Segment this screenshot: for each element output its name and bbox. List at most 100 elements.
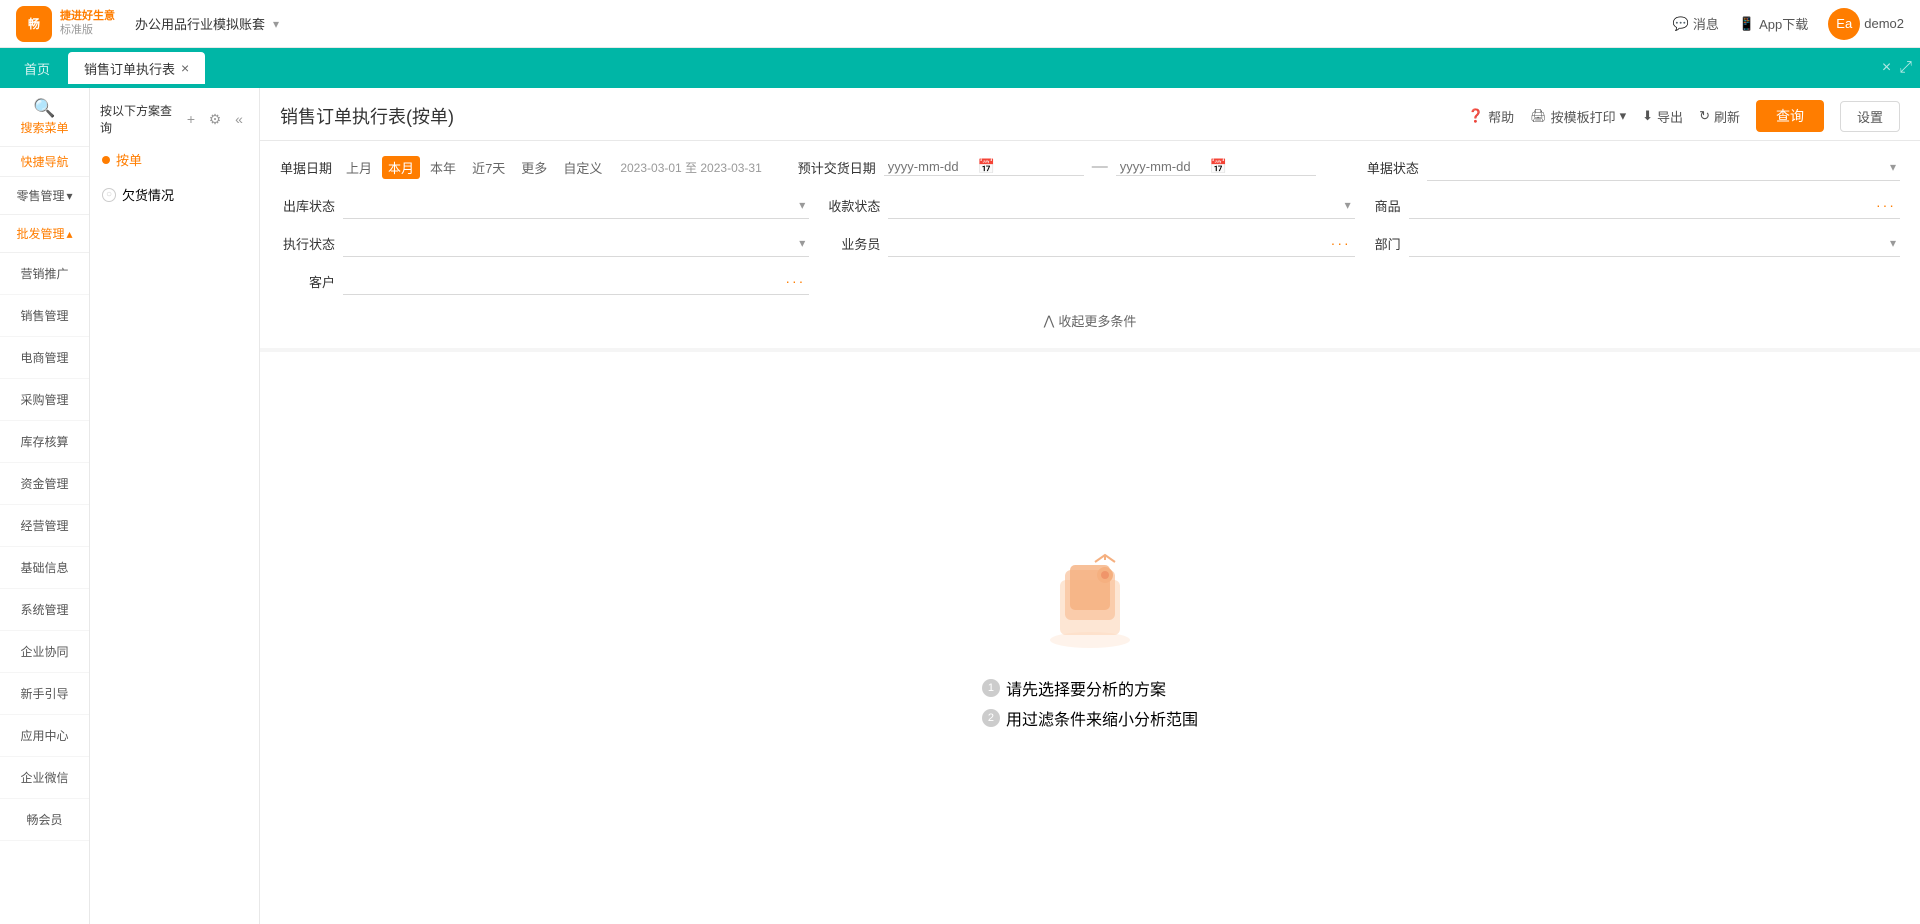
scheme-label-backorder: 欠货情况: [122, 185, 174, 204]
navtabs: 首页 销售订单执行表 × × ⤢: [0, 48, 1920, 88]
sidebar-item-wechat[interactable]: 企业微信: [0, 757, 89, 799]
exec-status-chevron-icon: ▾: [799, 236, 805, 250]
date-btn-more[interactable]: 更多: [515, 156, 553, 179]
filter-item-department: 部门 ▾: [1371, 229, 1900, 257]
sidebar-item-ecommerce[interactable]: 电商管理: [0, 337, 89, 379]
exec-status-select[interactable]: ▾: [343, 229, 809, 257]
scheme-item-backorder[interactable]: ○ 欠货情况: [90, 177, 259, 212]
collapse-panel-icon[interactable]: «: [229, 109, 249, 129]
sidebar-label-finance: 资金管理: [20, 475, 68, 492]
date-end-input[interactable]: [1120, 159, 1210, 174]
app-download-btn[interactable]: 📱 App下载: [1739, 14, 1808, 33]
out-status-select[interactable]: ▾: [343, 191, 809, 219]
help-btn[interactable]: ❓ 帮助: [1468, 107, 1514, 126]
sidebar-item-sales[interactable]: 销售管理: [0, 295, 89, 337]
tab-close-icon[interactable]: ×: [181, 60, 189, 76]
empty-state: 1 请先选择要分析的方案 2 用过滤条件来缩小分析范围: [260, 352, 1920, 924]
customer-selector[interactable]: ···: [343, 267, 809, 295]
out-status-label: 出库状态: [280, 196, 335, 215]
user-menu[interactable]: Ea demo2: [1828, 8, 1904, 40]
sidebar-label-retail: 零售管理: [16, 187, 64, 204]
salesperson-selector[interactable]: ···: [888, 229, 1354, 257]
refresh-btn[interactable]: ↻ 刷新: [1699, 107, 1740, 126]
query-btn[interactable]: 查询: [1756, 100, 1824, 132]
sidebar-item-operation[interactable]: 经营管理: [0, 505, 89, 547]
out-status-chevron-icon: ▾: [799, 198, 805, 212]
empty-tip-2: 2 用过滤条件来缩小分析范围: [982, 706, 1198, 730]
filter-item-salesperson: 业务员 ···: [825, 229, 1354, 257]
sidebar-label-guide: 新手引导: [20, 685, 68, 702]
settings-scheme-icon[interactable]: ⚙: [205, 109, 225, 129]
customer-dots-icon[interactable]: ···: [785, 273, 805, 289]
collapse-btn[interactable]: ⋀ 收起更多条件: [1044, 305, 1137, 336]
department-label: 部门: [1371, 234, 1401, 253]
chevron-down-icon: ▾: [66, 189, 72, 203]
salesperson-dots-icon[interactable]: ···: [1331, 235, 1351, 251]
sidebar-item-finance[interactable]: 资金管理: [0, 463, 89, 505]
sidebar-item-retail[interactable]: 零售管理 ▾: [0, 177, 89, 214]
expected-date-label: 预计交货日期: [798, 158, 876, 177]
tab-sales-order[interactable]: 销售订单执行表 ×: [68, 52, 205, 84]
department-select[interactable]: ▾: [1409, 229, 1900, 257]
tab-close-window-icon[interactable]: ×: [1882, 59, 1891, 77]
date-btn-current-month[interactable]: 本月: [382, 156, 420, 179]
left-panel-header: 按以下方案查询 + ⚙ «: [90, 96, 259, 142]
calendar-end-icon[interactable]: 📅: [1210, 158, 1227, 175]
calendar-start-icon[interactable]: 📅: [978, 158, 995, 175]
refresh-icon: ↻: [1699, 108, 1710, 124]
navtabs-right: × ⤢: [1882, 59, 1912, 77]
main-layout: 🔍 搜索菜单 快捷导航 零售管理 ▾ 批发管理 ▴ 营销推广 销售管理 电商管理: [0, 88, 1920, 924]
payment-status-label: 收款状态: [825, 196, 880, 215]
sidebar-item-marketing[interactable]: 营销推广: [0, 253, 89, 295]
customer-label: 客户: [280, 272, 335, 291]
scheme-label-by-order: 按单: [116, 150, 142, 169]
status-chevron-icon: ▾: [1890, 160, 1896, 174]
sidebar-group-wholesale: 批发管理 ▴: [0, 215, 89, 253]
sidebar-item-wholesale[interactable]: 批发管理 ▴: [0, 215, 89, 252]
sidebar-item-basic[interactable]: 基础信息: [0, 547, 89, 589]
export-icon: ⬇: [1642, 108, 1653, 124]
export-btn[interactable]: ⬇ 导出: [1642, 107, 1683, 126]
empty-tip-1: 1 请先选择要分析的方案: [982, 676, 1198, 700]
sidebar-item-appstore[interactable]: 应用中心: [0, 715, 89, 757]
goods-dots-icon[interactable]: ···: [1876, 197, 1896, 213]
payment-status-select[interactable]: ▾: [888, 191, 1354, 219]
status-select[interactable]: ▾: [1427, 153, 1900, 181]
sidebar-item-guide[interactable]: 新手引导: [0, 673, 89, 715]
date-btn-current-year[interactable]: 本年: [424, 156, 462, 179]
sidebar-label-operation: 经营管理: [20, 517, 68, 534]
sidebar-search[interactable]: 🔍 搜索菜单: [0, 88, 89, 147]
sidebar-label-enterprise: 企业协同: [20, 643, 68, 660]
filter-item-payment-status: 收款状态 ▾: [825, 191, 1354, 219]
goods-selector[interactable]: ···: [1409, 191, 1900, 219]
sidebar-item-enterprise[interactable]: 企业协同: [0, 631, 89, 673]
add-scheme-icon[interactable]: +: [181, 109, 201, 129]
sidebar-item-system[interactable]: 系统管理: [0, 589, 89, 631]
tab-maximize-icon[interactable]: ⤢: [1899, 59, 1912, 77]
left-panel-title: 按以下方案查询: [100, 102, 181, 136]
app-logo: 畅: [16, 6, 52, 42]
empty-illustration: [1030, 540, 1150, 660]
sidebar-label-wholesale: 批发管理: [16, 225, 64, 242]
tab-home[interactable]: 首页: [8, 52, 66, 84]
sidebar-item-member[interactable]: 畅会员: [0, 799, 89, 841]
download-icon: 📱: [1739, 16, 1755, 32]
filter-item-out-status: 出库状态 ▾: [280, 191, 809, 219]
print-btn[interactable]: 🖨 按模板打印 ▾: [1530, 107, 1626, 126]
message-btn[interactable]: 💬 消息: [1673, 14, 1719, 33]
sidebar-item-inventory[interactable]: 库存核算: [0, 421, 89, 463]
settings-btn[interactable]: 设置: [1840, 101, 1900, 132]
date-separator: —: [1092, 158, 1108, 176]
date-btn-7days[interactable]: 近7天: [466, 156, 511, 179]
date-btn-custom[interactable]: 自定义: [557, 156, 608, 179]
date-start-input[interactable]: [888, 159, 978, 174]
sidebar-quick-nav[interactable]: 快捷导航: [0, 147, 89, 177]
breadcrumb: 办公用品行业模拟账套: [135, 14, 265, 33]
scheme-item-by-order[interactable]: 按单: [90, 142, 259, 177]
filter-area: 单据日期 上月 本月 本年 近7天 更多 自定义 2023-03-01 至 20…: [260, 141, 1920, 348]
breadcrumb-chevron[interactable]: ▾: [273, 17, 279, 31]
sidebar-item-purchase[interactable]: 采购管理: [0, 379, 89, 421]
chevron-up-icon: ▴: [66, 227, 72, 241]
date-btn-last-month[interactable]: 上月: [340, 156, 378, 179]
salesperson-label: 业务员: [825, 234, 880, 253]
